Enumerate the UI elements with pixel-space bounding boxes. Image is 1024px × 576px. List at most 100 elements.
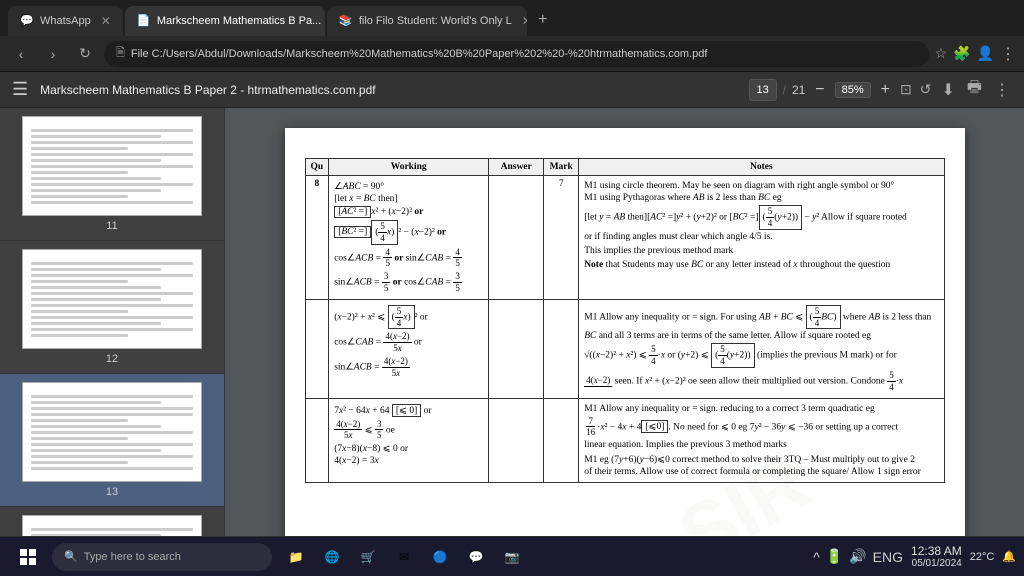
tab-markscheme[interactable]: 📄 Markscheem Mathematics B Pa... ✕ xyxy=(125,6,325,36)
mark-scheme-table: Qu Working Answer Mark Notes 8 xyxy=(305,158,945,483)
url-box[interactable]: 🗎 File C:/Users/Abdul/Downloads/Marksche… xyxy=(104,41,929,67)
sys-icons: ^ 🔋 🔊 ENG xyxy=(813,548,903,565)
taskbar-store[interactable]: 🛒 xyxy=(352,541,384,573)
profile-icon[interactable]: 👤 xyxy=(977,45,994,62)
battery-icon: 🔋 xyxy=(826,548,843,565)
thumb-num-12: 12 xyxy=(106,353,118,365)
file-icon: 🗎 xyxy=(116,44,125,63)
taskbar-edge[interactable]: 🌐 xyxy=(316,541,348,573)
table-row: (x−2)² + x² ⩽ (54x)² or cos∠CAB = 4(x−2)… xyxy=(305,299,944,398)
taskbar: 🔍 Type here to search 📁 🌐 🛒 ✉ 🔵 💬 📷 ^ 🔋 … xyxy=(0,536,1024,576)
thumbnail-sidebar: 11 xyxy=(0,108,225,536)
taskbar-file-explorer[interactable]: 📁 xyxy=(280,541,312,573)
pdf-content: Qu Working Answer Mark Notes 8 xyxy=(305,158,945,483)
volume-icon[interactable]: 🔊 xyxy=(849,548,866,565)
tab-bar: 💬 WhatsApp ✕ 📄 Markscheem Mathematics B … xyxy=(0,0,1024,36)
notification-icon[interactable]: 🔔 xyxy=(1002,550,1016,563)
col-working: Working xyxy=(329,159,489,176)
zoom-controls: 85% xyxy=(835,82,871,98)
mark-cell-3 xyxy=(544,398,579,483)
answer-cell-2 xyxy=(489,299,544,398)
pdf-navigation: / 21 xyxy=(749,79,806,101)
sidebar-toggle-button[interactable]: ☰ xyxy=(12,79,28,100)
temp-label: 22°C xyxy=(970,551,995,563)
refresh-button[interactable]: ↻ xyxy=(72,41,98,67)
notes-cell: M1 using circle theorem. May be seen on … xyxy=(579,176,944,300)
filo-favicon: 📚 xyxy=(339,14,353,28)
pdf-more-button[interactable]: ⋮ xyxy=(992,78,1012,102)
markscheme-favicon: 📄 xyxy=(137,14,151,28)
mark-cell-2 xyxy=(544,299,579,398)
tab-whatsapp-label: WhatsApp xyxy=(40,15,91,27)
mark-cell: 7 xyxy=(544,176,579,300)
back-button[interactable]: ‹ xyxy=(8,41,34,67)
rotate-button[interactable]: ↺ xyxy=(920,81,932,98)
notes-cell-3: M1 Allow any inequality or = sign. reduc… xyxy=(579,398,944,483)
bookmark-icon[interactable]: ☆ xyxy=(935,45,948,62)
thumb-num-13: 13 xyxy=(106,486,118,498)
taskbar-chrome[interactable]: 🔵 xyxy=(424,541,456,573)
print-button[interactable]: 🖶 xyxy=(965,74,984,105)
more-menu-icon[interactable]: ⋮ xyxy=(1000,44,1016,64)
extension-icon[interactable]: 🧩 xyxy=(953,45,970,62)
pdf-page: HABIB SIR Qu Working Answer Mark Notes xyxy=(285,128,965,536)
tab-markscheme-label: Markscheem Mathematics B Pa... xyxy=(157,15,321,27)
system-clock[interactable]: 12:38 AM 05/01/2024 xyxy=(911,544,962,569)
pdf-viewer[interactable]: HABIB SIR Qu Working Answer Mark Notes xyxy=(225,108,1024,536)
browser-actions: ☆ 🧩 👤 ⋮ xyxy=(935,44,1016,64)
taskbar-search-label: Type here to search xyxy=(84,551,181,563)
thumb-box-14 xyxy=(22,515,202,536)
fit-page-button[interactable]: ⊡ xyxy=(900,81,912,98)
tab-filo-label: filo Filo Student: World's Only L xyxy=(359,15,512,27)
zoom-value: 85% xyxy=(835,82,871,98)
taskbar-whatsapp[interactable]: 💬 xyxy=(460,541,492,573)
answer-cell xyxy=(489,176,544,300)
new-tab-button[interactable]: + xyxy=(529,6,557,34)
col-answer: Answer xyxy=(489,159,544,176)
taskbar-mail[interactable]: ✉ xyxy=(388,541,420,573)
page-separator: / xyxy=(783,83,786,97)
col-qu: Qu xyxy=(305,159,329,176)
page-minus-button[interactable]: − xyxy=(815,81,824,99)
taskbar-search-box[interactable]: 🔍 Type here to search xyxy=(52,543,272,571)
thumb-box-11 xyxy=(22,116,202,216)
url-text: File C:/Users/Abdul/Downloads/Markscheem… xyxy=(131,48,917,60)
answer-cell-3 xyxy=(489,398,544,483)
forward-button[interactable]: › xyxy=(40,41,66,67)
clock-time: 12:38 AM xyxy=(911,544,962,558)
page-number-input[interactable] xyxy=(749,79,777,101)
pdf-toolbar: ☰ Markscheem Mathematics B Paper 2 - htr… xyxy=(0,72,1024,108)
content-area: 11 xyxy=(0,108,1024,536)
col-mark: Mark xyxy=(544,159,579,176)
thumbnail-11[interactable]: 11 xyxy=(0,108,224,241)
taskbar-system-tray: ^ 🔋 🔊 ENG 12:38 AM 05/01/2024 22°C 🔔 xyxy=(813,544,1016,569)
thumbnail-14[interactable]: 14 xyxy=(0,507,224,536)
network-icon[interactable]: ^ xyxy=(813,549,820,565)
pdf-title: Markscheem Mathematics B Paper 2 - htrma… xyxy=(40,83,740,97)
notes-cell-2: M1 Allow any inequality or = sign. For u… xyxy=(579,299,944,398)
tab-filo[interactable]: 📚 filo Filo Student: World's Only L ✕ xyxy=(327,6,527,36)
whatsapp-favicon: 💬 xyxy=(20,14,34,28)
taskbar-pinned-icons: 📁 🌐 🛒 ✉ 🔵 💬 📷 xyxy=(280,541,528,573)
thumbnail-13[interactable]: 13 xyxy=(0,374,224,507)
question-number-3 xyxy=(305,398,329,483)
working-cell-3: 7x² − 64x + 64 [⩽ 0] or 4(x−2)5x ⩽ 35 oe… xyxy=(329,398,489,483)
working-cell: ∠ABC = 90° [let x = BC then] [AC² =]x² +… xyxy=(329,176,489,300)
pdf-toolbar-right: ⬇ 🖶 ⋮ xyxy=(939,74,1012,105)
thumb-box-12 xyxy=(22,249,202,349)
col-notes: Notes xyxy=(579,159,944,176)
page-plus-button[interactable]: + xyxy=(881,81,890,99)
tab-whatsapp[interactable]: 💬 WhatsApp ✕ xyxy=(8,6,123,36)
question-number: 8 xyxy=(305,176,329,300)
thumbnail-12[interactable]: 12 xyxy=(0,241,224,374)
taskbar-search-icon: 🔍 xyxy=(64,550,78,563)
working-cell-2: (x−2)² + x² ⩽ (54x)² or cos∠CAB = 4(x−2)… xyxy=(329,299,489,398)
clock-date: 05/01/2024 xyxy=(911,558,962,569)
tab-filo-close[interactable]: ✕ xyxy=(522,14,527,28)
taskbar-camera[interactable]: 📷 xyxy=(496,541,528,573)
lang-label: ENG xyxy=(873,549,903,565)
start-button[interactable] xyxy=(8,541,48,573)
download-button[interactable]: ⬇ xyxy=(939,78,956,102)
tab-whatsapp-close[interactable]: ✕ xyxy=(101,14,111,28)
table-row: 8 ∠ABC = 90° [let x = BC then] [AC² =]x²… xyxy=(305,176,944,300)
